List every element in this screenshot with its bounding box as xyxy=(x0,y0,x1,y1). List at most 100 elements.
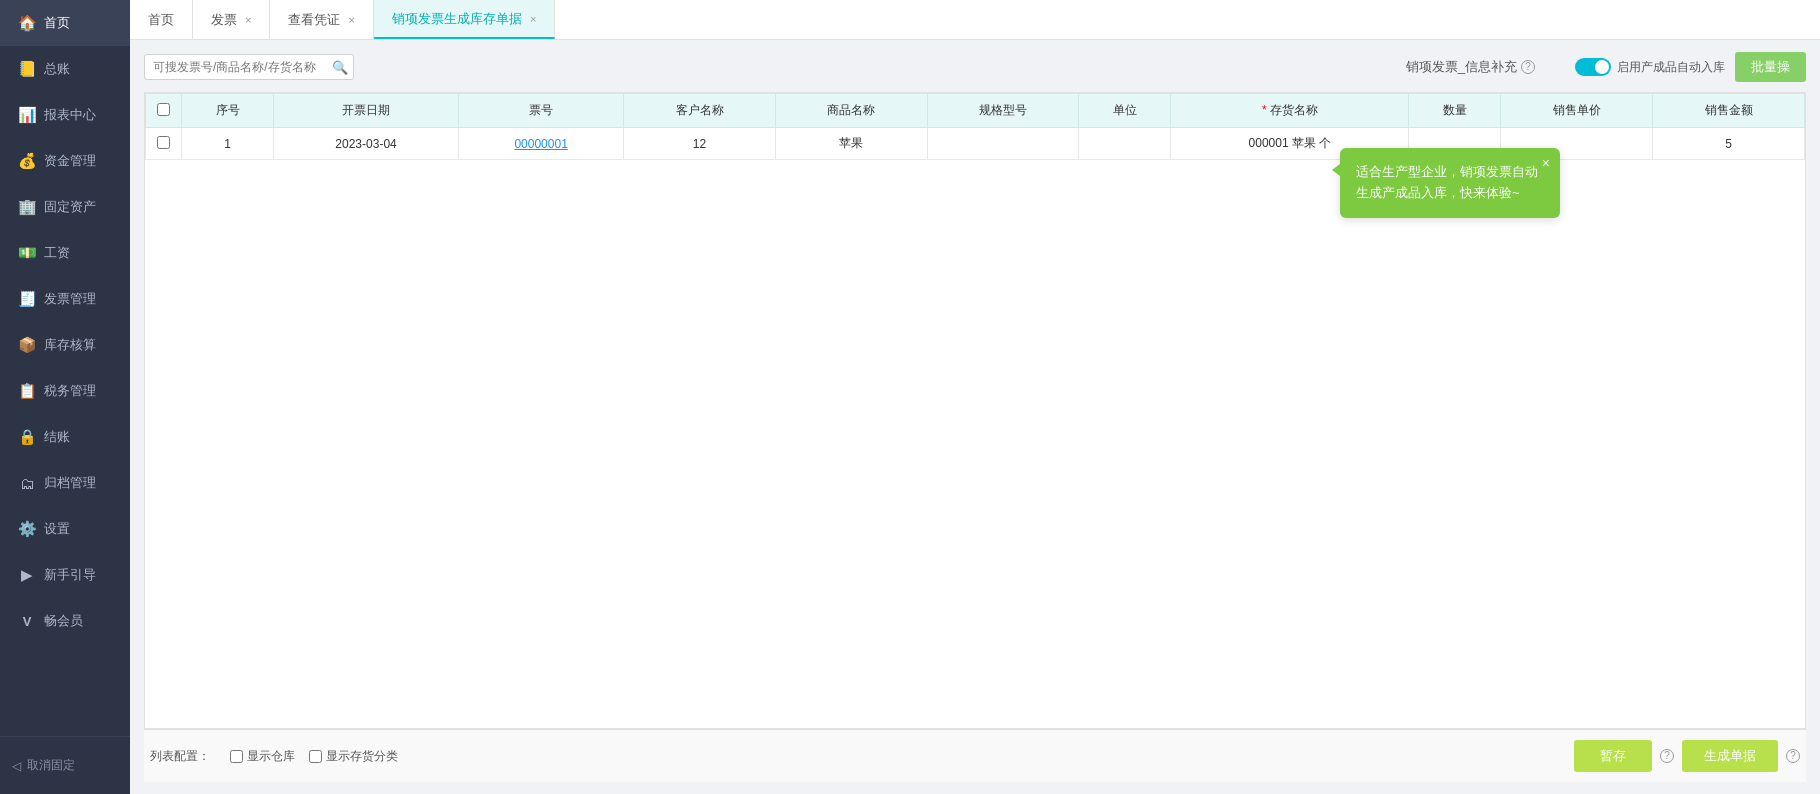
sidebar-item-label: 固定资产 xyxy=(44,198,96,216)
sidebar-item-home[interactable]: 🏠 首页 xyxy=(0,0,130,46)
sidebar-item-tax[interactable]: 📋 税务管理 xyxy=(0,368,130,414)
cell-date: 2023-03-04 xyxy=(274,128,459,160)
tab-stock-bill[interactable]: 销项发票生成库存单据 × xyxy=(374,0,555,39)
pin-button[interactable]: ◁ 取消固定 xyxy=(0,747,130,784)
bottom-bar: 列表配置： 显示仓库 显示存货分类 暂存 ? 生成单据 ? xyxy=(144,729,1806,782)
sidebar-item-settlement[interactable]: 🔒 结账 xyxy=(0,414,130,460)
col-header-checkbox xyxy=(146,94,182,128)
search-input[interactable] xyxy=(144,54,354,80)
cell-unit xyxy=(1079,128,1171,160)
col-header-spec: 规格型号 xyxy=(927,94,1079,128)
settlement-icon: 🔒 xyxy=(18,428,36,446)
auto-stock-toggle[interactable] xyxy=(1575,58,1611,76)
tab-home[interactable]: 首页 xyxy=(130,0,193,39)
search-icon[interactable]: 🔍 xyxy=(332,60,348,75)
list-config-label: 列表配置： xyxy=(150,748,210,765)
tab-home-label: 首页 xyxy=(148,11,174,29)
sidebar-item-settings[interactable]: ⚙️ 设置 xyxy=(0,506,130,552)
col-header-goods: 商品名称 xyxy=(775,94,927,128)
warehouse-checkbox-label[interactable]: 显示仓库 xyxy=(230,748,295,765)
sidebar-item-vip[interactable]: V 畅会员 xyxy=(0,598,130,644)
tooltip-bubble: × 适合生产型企业，销项发票自动生成产成品入库，快来体验~ xyxy=(1340,148,1560,218)
tax-icon: 📋 xyxy=(18,382,36,400)
cell-goods: 苹果 xyxy=(775,128,927,160)
sidebar-item-archive[interactable]: 🗂 归档管理 xyxy=(0,460,130,506)
fixed-icon: 🏢 xyxy=(18,198,36,216)
sidebar-item-label: 发票管理 xyxy=(44,290,96,308)
warehouse-checkbox[interactable] xyxy=(230,750,243,763)
sidebar-item-label: 税务管理 xyxy=(44,382,96,400)
batch-button[interactable]: 批量操 xyxy=(1735,52,1806,82)
sidebar-item-label: 畅会员 xyxy=(44,612,83,630)
sidebar-item-label: 库存核算 xyxy=(44,336,96,354)
row-checkbox-cell xyxy=(146,128,182,160)
guide-icon: ▶ xyxy=(18,566,36,584)
save-button[interactable]: 暂存 xyxy=(1574,740,1652,772)
main-area: 首页 发票 × 查看凭证 × 销项发票生成库存单据 × 🔍 销项发票_信息补充 … xyxy=(130,0,1820,794)
payroll-icon: 💵 xyxy=(18,244,36,262)
sidebar-item-payroll[interactable]: 💵 工资 xyxy=(0,230,130,276)
sidebar-item-invoice[interactable]: 🧾 发票管理 xyxy=(0,276,130,322)
category-checkbox[interactable] xyxy=(309,750,322,763)
sidebar-item-fixed[interactable]: 🏢 固定资产 xyxy=(0,184,130,230)
info-label-wrapper: 销项发票_信息补充 ? xyxy=(1406,58,1535,76)
sidebar-item-reports[interactable]: 📊 报表中心 xyxy=(0,92,130,138)
vip-icon: V xyxy=(18,614,36,629)
pin-icon: ◁ xyxy=(12,759,21,773)
sidebar-item-label: 结账 xyxy=(44,428,70,446)
sidebar-item-label: 资金管理 xyxy=(44,152,96,170)
sidebar-item-label: 设置 xyxy=(44,520,70,538)
tab-voucher[interactable]: 查看凭证 × xyxy=(270,0,373,39)
category-checkbox-label[interactable]: 显示存货分类 xyxy=(309,748,398,765)
tab-invoice-close[interactable]: × xyxy=(245,14,251,26)
sidebar-item-label: 首页 xyxy=(44,14,70,32)
sidebar-item-label: 总账 xyxy=(44,60,70,78)
col-header-unit-price: 销售单价 xyxy=(1501,94,1653,128)
generate-button[interactable]: 生成单据 xyxy=(1682,740,1778,772)
invoice-number-link[interactable]: 00000001 xyxy=(514,137,567,151)
cell-amount: 5 xyxy=(1653,128,1805,160)
info-icon[interactable]: ? xyxy=(1521,60,1535,74)
col-header-seq: 序号 xyxy=(182,94,274,128)
select-all-checkbox[interactable] xyxy=(157,103,170,116)
tab-stock-bill-label: 销项发票生成库存单据 xyxy=(392,10,522,28)
generate-info-icon[interactable]: ? xyxy=(1786,749,1800,763)
funds-icon: 💰 xyxy=(18,152,36,170)
toolbar: 🔍 销项发票_信息补充 ? 启用产成品自动入库 批量操 xyxy=(144,52,1806,82)
sidebar-item-ledger[interactable]: 📒 总账 xyxy=(0,46,130,92)
tab-voucher-close[interactable]: × xyxy=(348,14,354,26)
sidebar-item-label: 工资 xyxy=(44,244,70,262)
save-info-icon[interactable]: ? xyxy=(1660,749,1674,763)
cell-customer: 12 xyxy=(624,128,776,160)
info-label-text: 销项发票_信息补充 xyxy=(1406,58,1517,76)
bottom-actions: 暂存 ? 生成单据 ? xyxy=(1574,740,1800,772)
pin-label: 取消固定 xyxy=(27,757,75,774)
col-header-stock: * 存货名称 xyxy=(1171,94,1409,128)
col-header-quantity: 数量 xyxy=(1409,94,1501,128)
sidebar-item-funds[interactable]: 💰 资金管理 xyxy=(0,138,130,184)
col-header-date: 开票日期 xyxy=(274,94,459,128)
cell-seq: 1 xyxy=(182,128,274,160)
col-header-customer: 客户名称 xyxy=(624,94,776,128)
invoice-icon: 🧾 xyxy=(18,290,36,308)
archive-icon: 🗂 xyxy=(18,475,36,492)
page-content: 🔍 销项发票_信息补充 ? 启用产成品自动入库 批量操 序 xyxy=(130,40,1820,794)
sidebar-item-label: 新手引导 xyxy=(44,566,96,584)
tab-stock-bill-close[interactable]: × xyxy=(530,13,536,25)
tab-invoice[interactable]: 发票 × xyxy=(193,0,270,39)
toggle-label: 启用产成品自动入库 xyxy=(1617,59,1725,76)
sidebar-item-inventory[interactable]: 📦 库存核算 xyxy=(0,322,130,368)
warehouse-label-text: 显示仓库 xyxy=(247,748,295,765)
settings-icon: ⚙️ xyxy=(18,520,36,538)
ledger-icon: 📒 xyxy=(18,60,36,78)
cell-number[interactable]: 00000001 xyxy=(459,128,624,160)
sidebar-item-label: 归档管理 xyxy=(44,474,96,492)
col-header-number: 票号 xyxy=(459,94,624,128)
tab-bar: 首页 发票 × 查看凭证 × 销项发票生成库存单据 × xyxy=(130,0,1820,40)
col-header-amount: 销售金额 xyxy=(1653,94,1805,128)
row-checkbox[interactable] xyxy=(157,136,170,149)
cell-spec xyxy=(927,128,1079,160)
sidebar-item-guide[interactable]: ▶ 新手引导 xyxy=(0,552,130,598)
tooltip-text: 适合生产型企业，销项发票自动生成产成品入库，快来体验~ xyxy=(1356,164,1538,200)
tooltip-close-button[interactable]: × xyxy=(1542,156,1550,170)
